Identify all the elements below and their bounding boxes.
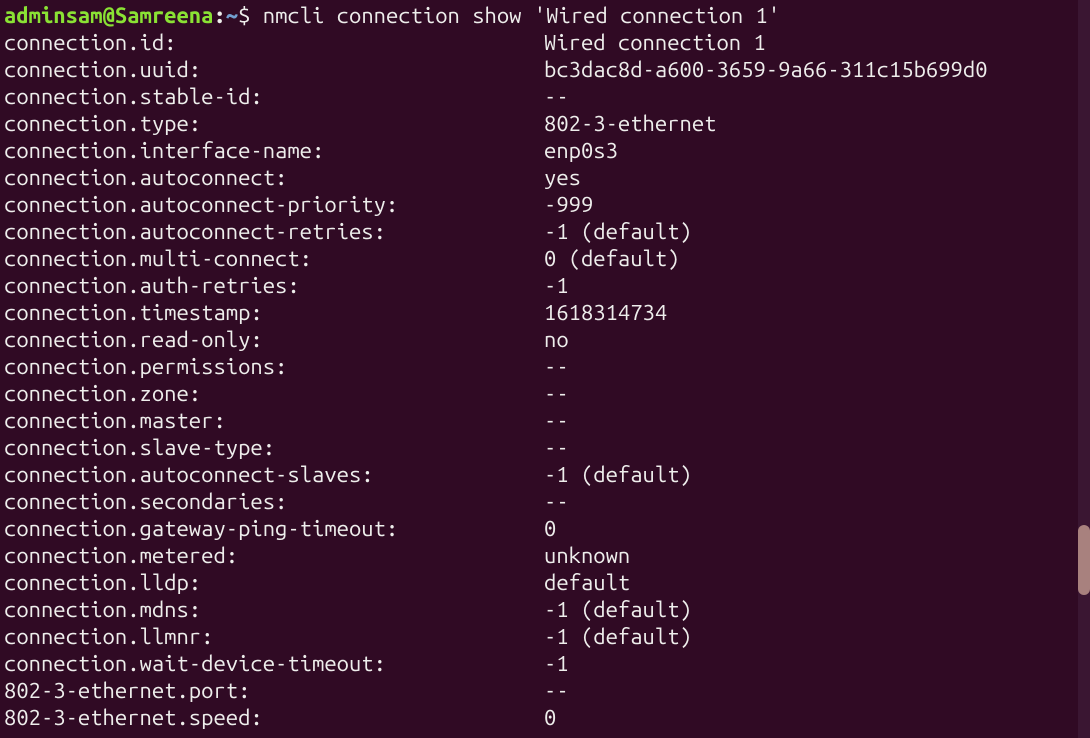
- output-row: connection.wait-device-timeout:-1: [4, 650, 1086, 677]
- output-row: connection.read-only:no: [4, 326, 1086, 353]
- scrollbar-track[interactable]: [1078, 0, 1090, 738]
- output-key: 802-3-ethernet.speed:: [4, 704, 544, 731]
- output-key: connection.autoconnect-retries:: [4, 218, 544, 245]
- output-row: connection.uuid:bc3dac8d-a600-3659-9a66-…: [4, 56, 1086, 83]
- output-value: --: [544, 381, 569, 406]
- output-key: connection.id:: [4, 29, 544, 56]
- output-key: connection.interface-name:: [4, 137, 544, 164]
- output-key: connection.stable-id:: [4, 83, 544, 110]
- output-key: 802-3-ethernet.port:: [4, 677, 544, 704]
- output-value: -1 (default): [544, 462, 692, 487]
- output-value: --: [544, 489, 569, 514]
- output-key: connection.timestamp:: [4, 299, 544, 326]
- output-row: connection.auth-retries:-1: [4, 272, 1086, 299]
- prompt-path: ~: [226, 3, 238, 28]
- output-key: connection.type:: [4, 110, 544, 137]
- output-value: 0 (default): [544, 246, 680, 271]
- output-row: connection.metered:unknown: [4, 542, 1086, 569]
- command-output: connection.id:Wired connection 1connecti…: [4, 29, 1086, 731]
- output-value: enp0s3: [544, 138, 618, 163]
- output-row: connection.lldp:default: [4, 569, 1086, 596]
- output-key: connection.autoconnect-slaves:: [4, 461, 544, 488]
- output-key: connection.secondaries:: [4, 488, 544, 515]
- output-row: connection.mdns:-1 (default): [4, 596, 1086, 623]
- output-value: --: [544, 678, 569, 703]
- output-row: connection.autoconnect-retries:-1 (defau…: [4, 218, 1086, 245]
- scrollbar-thumb[interactable]: [1078, 525, 1090, 595]
- output-value: --: [544, 84, 569, 109]
- output-row: connection.permissions:--: [4, 353, 1086, 380]
- output-row: connection.zone:--: [4, 380, 1086, 407]
- output-row: connection.secondaries:--: [4, 488, 1086, 515]
- output-key: connection.autoconnect-priority:: [4, 191, 544, 218]
- output-value: 0: [544, 516, 556, 541]
- output-row: connection.stable-id:--: [4, 83, 1086, 110]
- output-key: connection.zone:: [4, 380, 544, 407]
- output-key: connection.master:: [4, 407, 544, 434]
- prompt-colon: :: [213, 3, 225, 28]
- output-key: connection.lldp:: [4, 569, 544, 596]
- prompt-at: @: [103, 3, 115, 28]
- output-value: -1 (default): [544, 219, 692, 244]
- output-key: connection.slave-type:: [4, 434, 544, 461]
- output-row: connection.id:Wired connection 1: [4, 29, 1086, 56]
- prompt-line: adminsam@Samreena:~$ nmcli connection sh…: [4, 2, 1086, 29]
- output-row: connection.master:--: [4, 407, 1086, 434]
- output-row: 802-3-ethernet.speed:0: [4, 704, 1086, 731]
- terminal-window[interactable]: adminsam@Samreena:~$ nmcli connection sh…: [4, 2, 1086, 731]
- output-row: connection.llmnr:-1 (default): [4, 623, 1086, 650]
- output-value: --: [544, 408, 569, 433]
- output-value: -1 (default): [544, 624, 692, 649]
- prompt-host: Samreena: [115, 3, 214, 28]
- output-value: 1618314734: [544, 300, 667, 325]
- output-row: connection.autoconnect-slaves:-1 (defaul…: [4, 461, 1086, 488]
- prompt-user: adminsam: [4, 3, 103, 28]
- prompt-dollar: $: [238, 3, 250, 28]
- output-value: unknown: [544, 543, 630, 568]
- output-key: connection.gateway-ping-timeout:: [4, 515, 544, 542]
- output-value: -1: [544, 273, 569, 298]
- output-value: --: [544, 435, 569, 460]
- output-key: connection.permissions:: [4, 353, 544, 380]
- output-value: Wired connection 1: [544, 30, 766, 55]
- output-key: connection.wait-device-timeout:: [4, 650, 544, 677]
- output-row: connection.gateway-ping-timeout:0: [4, 515, 1086, 542]
- output-value: bc3dac8d-a600-3659-9a66-311c15b699d0: [544, 57, 988, 82]
- output-key: connection.read-only:: [4, 326, 544, 353]
- output-key: connection.metered:: [4, 542, 544, 569]
- output-row: connection.multi-connect:0 (default): [4, 245, 1086, 272]
- output-key: connection.auth-retries:: [4, 272, 544, 299]
- output-row: 802-3-ethernet.port:--: [4, 677, 1086, 704]
- output-row: connection.type:802-3-ethernet: [4, 110, 1086, 137]
- output-value: default: [544, 570, 630, 595]
- output-value: 0: [544, 705, 556, 730]
- output-value: yes: [544, 165, 581, 190]
- output-row: connection.autoconnect-priority:-999: [4, 191, 1086, 218]
- output-key: connection.uuid:: [4, 56, 544, 83]
- output-key: connection.llmnr:: [4, 623, 544, 650]
- output-key: connection.multi-connect:: [4, 245, 544, 272]
- output-row: connection.autoconnect:yes: [4, 164, 1086, 191]
- output-value: -999: [544, 192, 593, 217]
- output-key: connection.mdns:: [4, 596, 544, 623]
- output-row: connection.slave-type:--: [4, 434, 1086, 461]
- output-value: no: [544, 327, 569, 352]
- output-row: connection.timestamp:1618314734: [4, 299, 1086, 326]
- output-row: connection.interface-name:enp0s3: [4, 137, 1086, 164]
- output-key: connection.autoconnect:: [4, 164, 544, 191]
- output-value: 802-3-ethernet: [544, 111, 716, 136]
- output-value: --: [544, 354, 569, 379]
- output-value: -1 (default): [544, 597, 692, 622]
- command-text: nmcli connection show 'Wired connection …: [250, 3, 780, 28]
- output-value: -1: [544, 651, 569, 676]
